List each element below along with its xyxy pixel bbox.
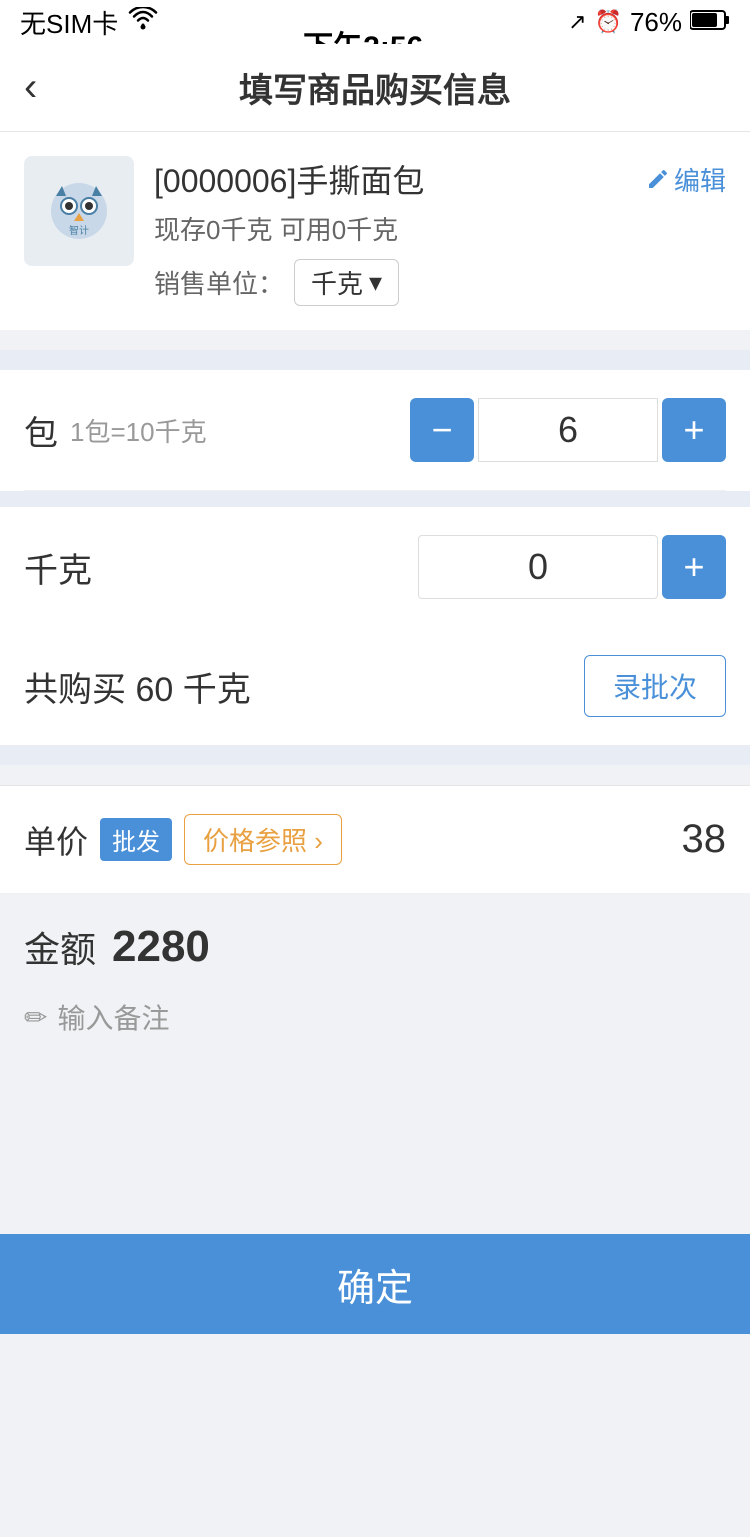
battery-label: 76% [630, 7, 682, 38]
amount-row: 金额 2280 [24, 921, 726, 989]
edit-label: 编辑 [674, 161, 726, 198]
status-right: ↗ ⏰ 76% [568, 7, 730, 38]
note-row[interactable]: ✏ 输入备注 [24, 989, 726, 1037]
product-unit-row: 销售单位： 千克 ▾ [154, 259, 726, 306]
page-title: 填写商品购买信息 [239, 63, 511, 112]
kg-label: 千克 [24, 543, 92, 592]
available-label: 可用0千克 [280, 215, 398, 245]
price-left-group: 单价 批发 价格参照 › [24, 814, 342, 865]
product-name-row: [0000006]手撕面包 编辑 [154, 156, 726, 202]
status-left: 无SIM卡 [20, 4, 158, 41]
price-ref-button[interactable]: 价格参照 › [184, 814, 342, 865]
kg-quantity-control: + [418, 535, 726, 599]
package-increment-button[interactable]: + [662, 398, 726, 462]
unit-select[interactable]: 千克 ▾ [294, 259, 399, 306]
quantity-section: 包 1包=10千克 − + 千克 + [0, 370, 750, 627]
note-placeholder: 输入备注 [57, 997, 169, 1037]
confirm-button-label: 确定 [337, 1257, 413, 1312]
unit-arrow-icon: ▾ [369, 267, 382, 298]
product-card: 智计 [0000006]手撕面包 编辑 现存0千克 可用0千克 销售单位： [0, 132, 750, 330]
minus-icon: − [431, 409, 452, 451]
stock-label: 现存0千克 [154, 215, 272, 245]
amount-label: 金额 [24, 921, 96, 973]
package-sublabel: 1包=10千克 [70, 412, 207, 449]
confirm-button[interactable]: 确定 [0, 1234, 750, 1334]
product-info: [0000006]手撕面包 编辑 现存0千克 可用0千克 销售单位： 千克 ▾ [154, 156, 726, 306]
location-icon: ↗ [568, 9, 586, 35]
price-value: 38 [682, 817, 727, 862]
back-button[interactable]: ‹ [24, 65, 37, 110]
unit-value: 千克 [311, 264, 363, 301]
product-name: [0000006]手撕面包 [154, 156, 424, 202]
battery-icon [690, 7, 730, 38]
svg-text:智计: 智计 [69, 224, 89, 237]
package-decrement-button[interactable]: − [410, 398, 474, 462]
total-quantity-text: 共购买 60 千克 [24, 662, 251, 711]
kg-plus-icon: + [683, 546, 704, 588]
price-label: 单价 [24, 817, 88, 863]
batch-record-button[interactable]: 录批次 [584, 655, 726, 717]
kg-increment-button[interactable]: + [662, 535, 726, 599]
price-type-badge: 批发 [100, 818, 172, 861]
amount-section: 金额 2280 ✏ 输入备注 [0, 893, 750, 1037]
product-thumbnail-icon: 智计 [44, 176, 114, 246]
inner-divider [0, 491, 750, 507]
package-input-row: 包 1包=10千克 − + [24, 370, 726, 491]
kg-quantity-input[interactable] [418, 535, 658, 599]
product-image: 智计 [24, 156, 134, 266]
package-label-group: 包 1包=10千克 [24, 406, 207, 455]
section-divider-1 [0, 350, 750, 370]
nav-bar: ‹ 填写商品购买信息 [0, 44, 750, 132]
amount-value: 2280 [112, 922, 210, 972]
edit-icon [646, 167, 670, 191]
summary-row: 共购买 60 千克 录批次 [0, 627, 750, 745]
wifi-icon [128, 7, 158, 38]
price-section: 单价 批发 价格参照 › 38 [0, 785, 750, 893]
carrier-label: 无SIM卡 [20, 4, 118, 41]
pencil-icon: ✏ [24, 1001, 47, 1034]
alarm-icon: ⏰ [595, 9, 622, 35]
plus-icon: + [683, 409, 704, 451]
section-divider-2 [0, 745, 750, 765]
edit-button[interactable]: 编辑 [646, 161, 726, 198]
package-quantity-control: − + [410, 398, 726, 462]
package-quantity-input[interactable] [478, 398, 658, 462]
kg-input-row: 千克 + [24, 507, 726, 627]
kg-label-group: 千克 [24, 543, 92, 592]
price-ref-label: 价格参照 › [203, 821, 323, 858]
unit-prefix-label: 销售单位： [154, 264, 284, 301]
package-label: 包 [24, 406, 58, 455]
status-bar: 无SIM卡 下午2:56 ↗ ⏰ 76% [0, 0, 750, 44]
price-row: 单价 批发 价格参照 › 38 [24, 814, 726, 865]
product-stock: 现存0千克 可用0千克 [154, 210, 726, 247]
